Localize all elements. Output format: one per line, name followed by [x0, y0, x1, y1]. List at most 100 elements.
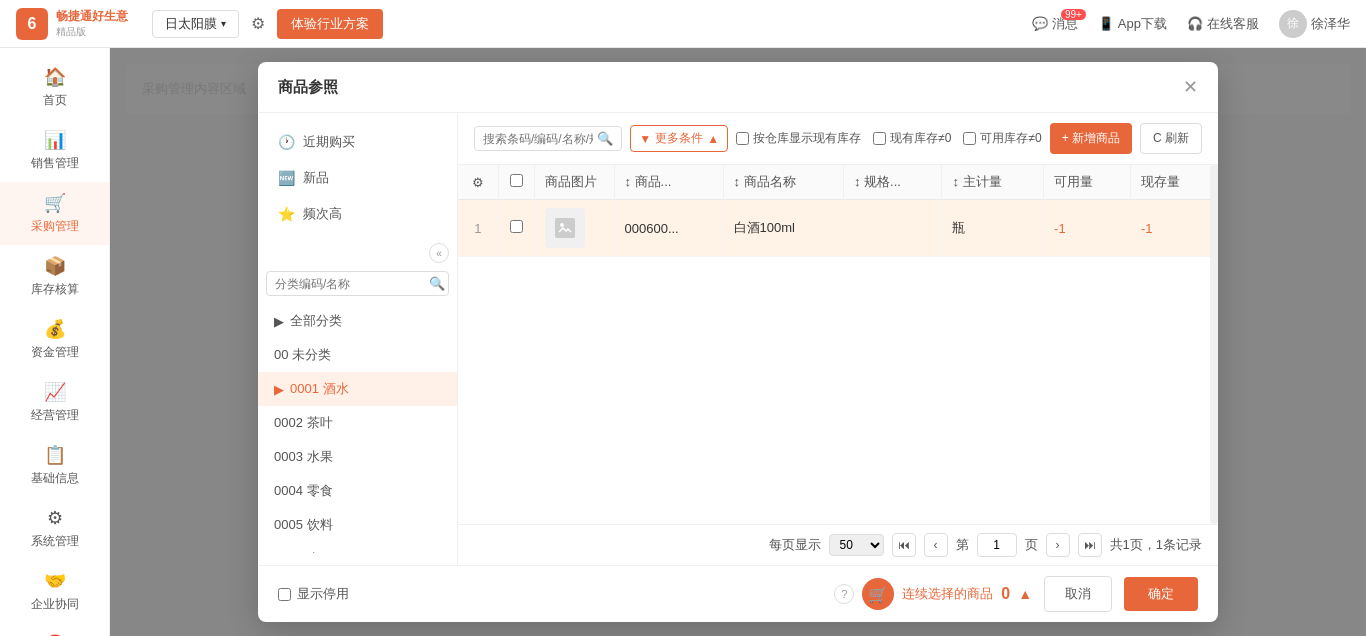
checkbox-current[interactable]: 现有库存≠0 [873, 130, 951, 147]
col-spec[interactable]: ↕ 规格... [843, 165, 941, 200]
col-settings[interactable]: ⚙ [458, 165, 498, 200]
sidebar-item-home[interactable]: 🏠 首页 [0, 56, 109, 119]
product-search-input[interactable] [483, 132, 593, 146]
category-all[interactable]: ▶ 全部分类 [258, 304, 457, 338]
left-panel: 🕐 近期购买 🆕 新品 ⭐ 频次高 [258, 113, 458, 565]
prev-page-btn[interactable]: ‹ [924, 533, 948, 557]
first-page-btn[interactable]: ⏮ [892, 533, 916, 557]
modal-header: 商品参照 ✕ [258, 62, 1218, 113]
sidebar-item-sales[interactable]: 📊 销售管理 [0, 119, 109, 182]
last-page-btn[interactable]: ⏭ [1078, 533, 1102, 557]
filter-checkboxes: 按仓库显示现有库存 现有库存≠0 可用库存≠0 [736, 130, 1042, 147]
modal-footer: 显示停用 ? 🛒 连续选择的商品 0 ▲ 取消 确定 [258, 565, 1218, 622]
row-checkbox[interactable] [498, 200, 534, 257]
modal-body: 🕐 近期购买 🆕 新品 ⭐ 频次高 [258, 113, 1218, 565]
search-wrap: 🔍 [474, 126, 622, 151]
phone-icon: 📱 [1098, 16, 1114, 31]
scrollbar[interactable] [1210, 165, 1218, 524]
col-name[interactable]: ↕ 商品名称 [723, 165, 843, 200]
category-0003[interactable]: 0003 水果 [258, 440, 457, 474]
sidebar-item-purchase[interactable]: 🛒 采购管理 [0, 182, 109, 245]
star-icon: ⭐ [278, 206, 295, 222]
search-icon: 🔍 [597, 131, 613, 146]
cancel-btn[interactable]: 取消 [1044, 576, 1112, 612]
category-0002[interactable]: 0002 茶叶 [258, 406, 457, 440]
pagination: 每页显示 50 10 20 100 ⏮ ‹ 第 页 [458, 524, 1218, 565]
row-unit: 瓶 [942, 200, 1044, 257]
purchase-icon: 🛒 [44, 192, 66, 214]
nav-right: 💬 消息 99+ 📱 App下载 🎧 在线客服 徐 徐泽华 [1032, 10, 1350, 38]
main-layout: 🏠 首页 📊 销售管理 🛒 采购管理 📦 库存核算 💰 资金管理 📈 经营管理 … [0, 48, 1366, 636]
enterprise-icon: 🤝 [44, 570, 66, 592]
sidebar-item-guide[interactable]: 🎯 新手引导 [0, 623, 109, 636]
checkbox-warehouse[interactable]: 按仓库显示现有库存 [736, 130, 861, 147]
svg-rect-0 [555, 218, 575, 238]
category-0005[interactable]: 0005 饮料 [258, 508, 457, 542]
store-selector[interactable]: 日太阳膜 ▾ [152, 10, 239, 38]
action-btns: + 新增商品 C 刷新 [1050, 123, 1202, 154]
gear-icon[interactable]: ⚙ [251, 14, 265, 33]
show-disabled-checkbox[interactable]: 显示停用 [278, 585, 349, 603]
confirm-btn[interactable]: 确定 [1124, 577, 1198, 611]
arrow-icon: ▶ [274, 382, 284, 397]
online-service-btn[interactable]: 🎧 在线客服 [1187, 15, 1259, 33]
help-icon[interactable]: ? [834, 584, 854, 604]
page-input[interactable] [977, 533, 1017, 557]
row-name: 白酒100ml [723, 200, 843, 257]
category-0004[interactable]: 0004 零食 [258, 474, 457, 508]
sidebar-item-finance[interactable]: 💰 资金管理 [0, 308, 109, 371]
refresh-btn[interactable]: C 刷新 [1140, 123, 1202, 154]
app-download-btn[interactable]: 📱 App下载 [1098, 15, 1167, 33]
row-seq: 1 [458, 200, 498, 257]
messages-btn[interactable]: 💬 消息 99+ [1032, 15, 1078, 33]
category-0008[interactable]: 0008 水 [258, 542, 457, 553]
avatar: 徐 [1279, 10, 1307, 38]
inventory-icon: 📦 [44, 255, 66, 277]
search-icon: 🔍 [429, 276, 445, 291]
col-code[interactable]: ↕ 商品... [614, 165, 723, 200]
user-menu[interactable]: 徐 徐泽华 [1279, 10, 1350, 38]
basic-icon: 📋 [44, 444, 66, 466]
row-available: -1 [1044, 200, 1131, 257]
table-wrap: ⚙ 商品图片 ↕ 商品... ↕ 商品名称 ↕ 规格... ↕ 主计量 可用量 [458, 165, 1218, 524]
sidebar-item-inventory[interactable]: 📦 库存核算 [0, 245, 109, 308]
sales-icon: 📊 [44, 129, 66, 151]
logo-text: 畅捷通好生意 精品版 [56, 8, 128, 39]
tab-frequent[interactable]: ⭐ 频次高 [266, 197, 449, 231]
cart-count: 0 [1001, 585, 1010, 603]
add-product-btn[interactable]: + 新增商品 [1050, 123, 1132, 154]
sidebar-item-basic[interactable]: 📋 基础信息 [0, 434, 109, 497]
right-panel: 🔍 ▼ 更多条件 ▲ 按仓库显示现有库存 [458, 113, 1218, 565]
trial-btn[interactable]: 体验行业方案 [277, 9, 383, 39]
product-thumbnail [545, 208, 585, 248]
category-list: ▶ 全部分类 00 未分类 ▶ 0001 酒水 0002 茶 [258, 304, 457, 553]
category-0001[interactable]: ▶ 0001 酒水 [258, 372, 457, 406]
table-row[interactable]: 1 000600... 白酒100ml [458, 200, 1218, 257]
category-search-input[interactable] [275, 277, 425, 291]
col-stock: 现存量 [1131, 165, 1218, 200]
finance-icon: 💰 [44, 318, 66, 340]
more-filter-btn[interactable]: ▼ 更多条件 ▲ [630, 125, 728, 152]
sidebar-item-system[interactable]: ⚙ 系统管理 [0, 497, 109, 560]
col-available: 可用量 [1044, 165, 1131, 200]
select-all-checkbox[interactable] [510, 174, 523, 187]
close-icon[interactable]: ✕ [1183, 76, 1198, 98]
sidebar-item-enterprise[interactable]: 🤝 企业协同 [0, 560, 109, 623]
checkbox-available[interactable]: 可用库存≠0 [963, 130, 1041, 147]
category-search-wrap: 🔍 [266, 271, 449, 296]
clock-icon: 🕐 [278, 134, 295, 150]
tab-new[interactable]: 🆕 新品 [266, 161, 449, 195]
collapse-icon[interactable]: ▲ [1018, 586, 1032, 602]
per-page-select[interactable]: 50 10 20 100 [829, 534, 884, 556]
tab-recent[interactable]: 🕐 近期购买 [266, 125, 449, 159]
modal-title: 商品参照 [278, 78, 338, 97]
cart-icon[interactable]: 🛒 [862, 578, 894, 610]
product-table: ⚙ 商品图片 ↕ 商品... ↕ 商品名称 ↕ 规格... ↕ 主计量 可用量 [458, 165, 1218, 257]
category-00[interactable]: 00 未分类 [258, 338, 457, 372]
collapse-btn[interactable]: « [429, 243, 449, 263]
filter-icon: ▼ [639, 132, 651, 146]
chevron-down-icon: ▾ [221, 18, 226, 29]
sidebar-item-business[interactable]: 📈 经营管理 [0, 371, 109, 434]
col-unit[interactable]: ↕ 主计量 [942, 165, 1044, 200]
next-page-btn[interactable]: › [1046, 533, 1070, 557]
